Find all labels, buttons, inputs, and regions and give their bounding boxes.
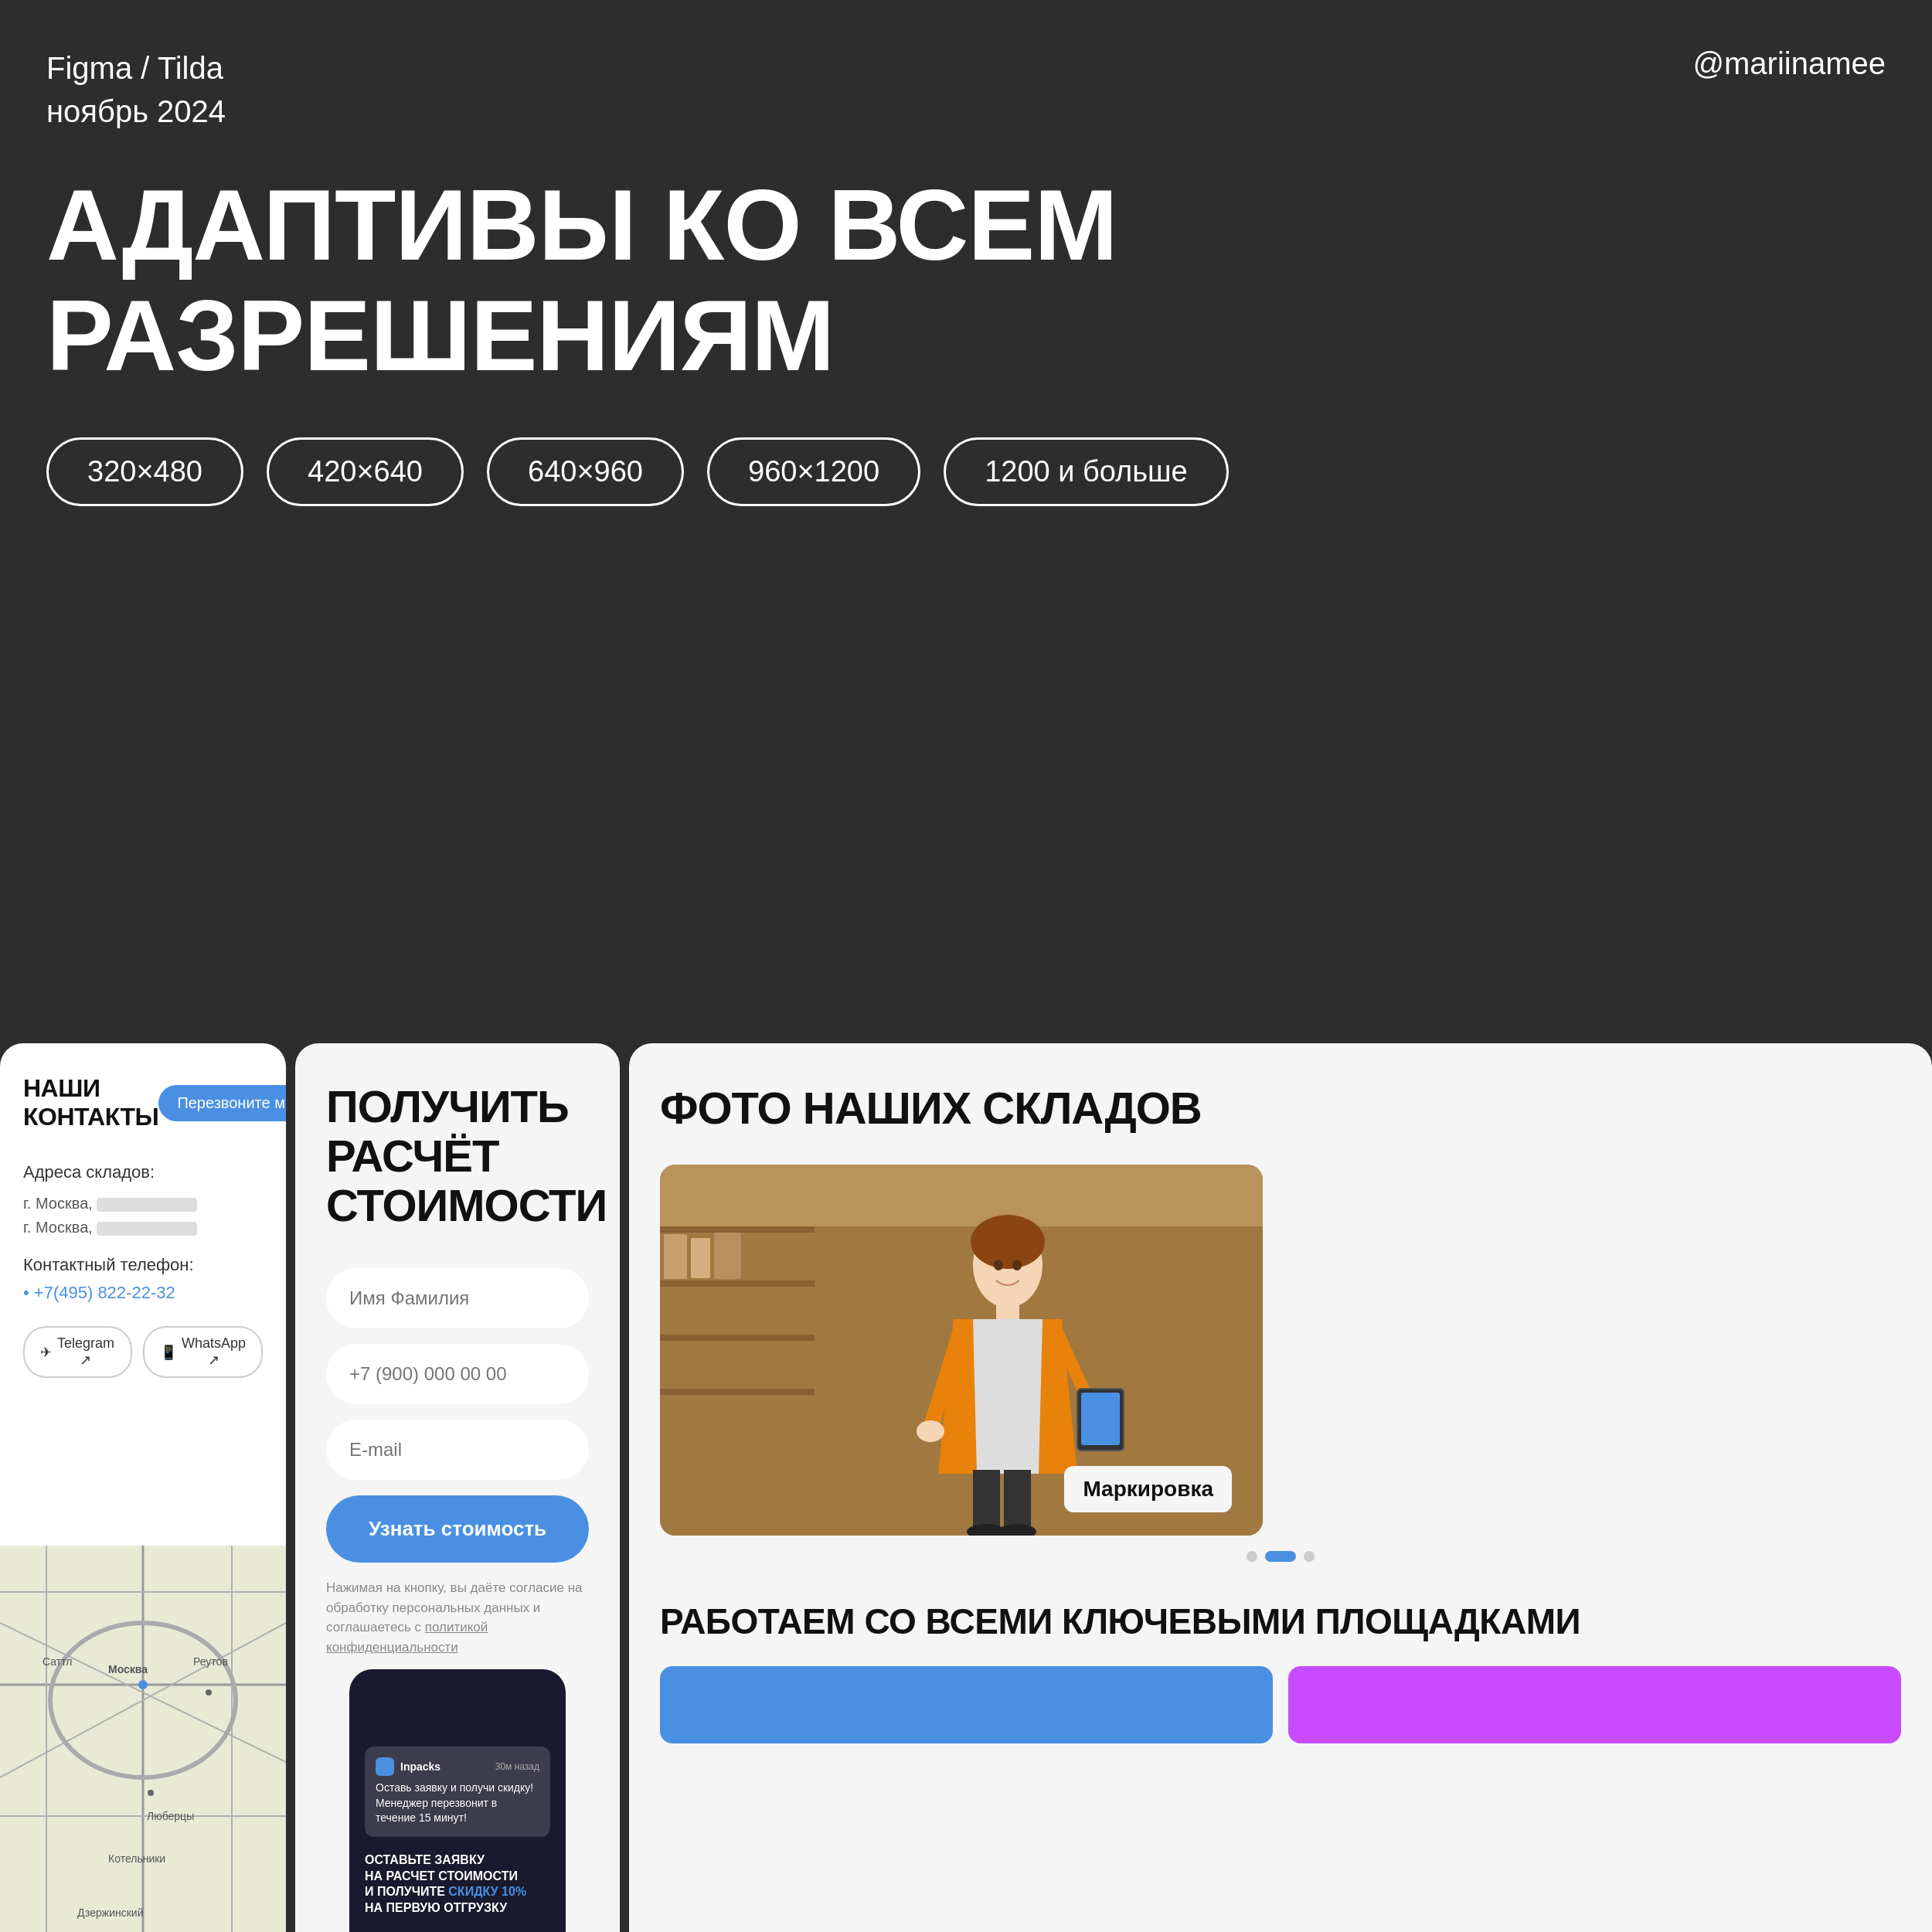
resolution-tag-5: 1200 и больше [944, 437, 1229, 506]
whatsapp-icon: 📱 [160, 1344, 177, 1361]
phone-label: Контактный телефон: [23, 1255, 263, 1275]
svg-rect-22 [660, 1281, 815, 1287]
top-right-handle: @mariinamee [1692, 46, 1886, 81]
address-line-2: г. Москва, [23, 1219, 263, 1236]
svg-point-32 [917, 1420, 944, 1442]
panel-form: ПОЛУЧИТЬ РАСЧЁТ СТОИМОСТИ Узнать стоимос… [295, 1043, 620, 1932]
warehouse-photo: Маркировка [660, 1165, 1263, 1536]
svg-text:Саттл: Саттл [43, 1655, 72, 1668]
svg-rect-27 [714, 1233, 741, 1279]
svg-point-17 [206, 1689, 212, 1696]
svg-rect-25 [664, 1234, 687, 1279]
panels-container: НАШИ КОНТАКТЫ Перезвоните мне Адреса скл… [0, 1043, 1932, 1932]
address-line-1: г. Москва, [23, 1195, 263, 1213]
panel-contacts: НАШИ КОНТАКТЫ Перезвоните мне Адреса скл… [0, 1043, 286, 1932]
whatsapp-label: WhatsApp ↗ [182, 1335, 246, 1369]
svg-rect-30 [977, 1230, 1039, 1253]
address-label: Адреса складов: [23, 1162, 263, 1182]
resolution-tag-4: 960×1200 [707, 437, 920, 506]
svg-point-18 [148, 1790, 154, 1796]
name-input[interactable] [326, 1268, 589, 1328]
phone-number: • +7(495) 822-22-32 [23, 1283, 263, 1303]
svg-rect-26 [691, 1238, 710, 1278]
notification-header: Inpacks 30м назад [376, 1757, 539, 1776]
notification-text-2: Менеджер перезвонит в течение 15 минут! [376, 1796, 539, 1826]
map-svg: Москва Реутов Саттл Люберцы Котельники Д… [0, 1546, 286, 1932]
dot-3 [1304, 1551, 1315, 1562]
svg-point-41 [1012, 1260, 1022, 1270]
telegram-button[interactable]: ✈ Telegram ↗ [23, 1326, 132, 1378]
platform-button-2[interactable] [1288, 1666, 1901, 1743]
callback-button[interactable]: Перезвоните мне [158, 1085, 286, 1121]
contacts-header: НАШИ КОНТАКТЫ Перезвоните мне [23, 1074, 263, 1131]
svg-rect-37 [1004, 1470, 1031, 1532]
notification-app: Inpacks [400, 1760, 440, 1773]
svg-point-16 [138, 1680, 148, 1689]
submit-button[interactable]: Узнать стоимость [326, 1495, 589, 1563]
svg-text:Дзержинский: Дзержинский [77, 1906, 143, 1919]
whatsapp-button[interactable]: 📱 WhatsApp ↗ [143, 1326, 263, 1378]
svg-text:Москва: Москва [108, 1663, 148, 1675]
form-title: ПОЛУЧИТЬ РАСЧЁТ СТОИМОСТИ [326, 1082, 589, 1230]
platform-button-1[interactable] [660, 1666, 1273, 1743]
svg-rect-35 [1081, 1393, 1120, 1445]
photos-title: ФОТО НАШИХ СКЛАДОВ [660, 1082, 1901, 1134]
platforms-title: РАБОТАЕМ СО ВСЕМИ КЛЮЧЕВЫМИ ПЛОЩАДКАМИ [660, 1600, 1901, 1643]
resolution-tag-1: 320×480 [46, 437, 243, 506]
social-buttons: ✈ Telegram ↗ 📱 WhatsApp ↗ [23, 1326, 263, 1378]
notification-text-1: Оставь заявку и получи скидку! [376, 1781, 539, 1796]
telegram-label: Telegram ↗ [56, 1335, 115, 1369]
svg-text:Люберцы: Люберцы [147, 1810, 194, 1822]
telegram-icon: ✈ [40, 1344, 52, 1361]
phone-notification: Inpacks 30м назад Оставь заявку и получи… [365, 1747, 550, 1837]
svg-rect-24 [660, 1389, 815, 1395]
hero-section: АДАПТИВЫ КО ВСЕМ РАЗРЕШЕНИЯМ 320×480 420… [46, 170, 1886, 506]
phone-input[interactable] [326, 1344, 589, 1404]
notification-time: 30м назад [495, 1761, 539, 1772]
svg-text:Реутов: Реутов [193, 1655, 228, 1668]
photo-dots [660, 1551, 1901, 1562]
dot-2-active [1265, 1551, 1296, 1562]
svg-rect-23 [660, 1335, 815, 1341]
resolution-tag-3: 640×960 [487, 437, 684, 506]
top-header: Figma / Tilda ноябрь 2024 @mariinamee [46, 46, 1886, 133]
svg-point-40 [994, 1260, 1003, 1270]
platform-buttons [660, 1666, 1901, 1743]
panel-photos: ФОТО НАШИХ СКЛАДОВ [629, 1043, 1932, 1932]
top-left-line2: ноябрь 2024 [46, 90, 226, 133]
hero-title: АДАПТИВЫ КО ВСЕМ РАЗРЕШЕНИЯМ [46, 170, 1886, 391]
notification-icon [376, 1757, 394, 1776]
svg-rect-21 [660, 1226, 815, 1233]
top-left-info: Figma / Tilda ноябрь 2024 [46, 46, 226, 133]
dot-1 [1247, 1551, 1257, 1562]
resolution-tags: 320×480 420×640 640×960 960×1200 1200 и … [46, 437, 1886, 506]
svg-text:Котельники: Котельники [108, 1852, 165, 1865]
top-left-line1: Figma / Tilda [46, 46, 226, 90]
email-input[interactable] [326, 1420, 589, 1480]
phone-mockup: Inpacks 30м назад Оставь заявку и получи… [349, 1669, 566, 1932]
map-area: Москва Реутов Саттл Люберцы Котельники Д… [0, 1546, 286, 1932]
phone-cta-text: ОСТАВЬТЕ ЗАЯВКУ НА РАСЧЕТ СТОИМОСТИ И ПО… [365, 1852, 550, 1917]
resolution-tag-2: 420×640 [267, 437, 464, 506]
svg-rect-36 [973, 1470, 1000, 1532]
privacy-text: Нажимая на кнопку, вы даёте согласие на … [326, 1578, 589, 1657]
contacts-title: НАШИ КОНТАКТЫ [23, 1074, 158, 1131]
marking-badge: Маркировка [1064, 1466, 1232, 1512]
